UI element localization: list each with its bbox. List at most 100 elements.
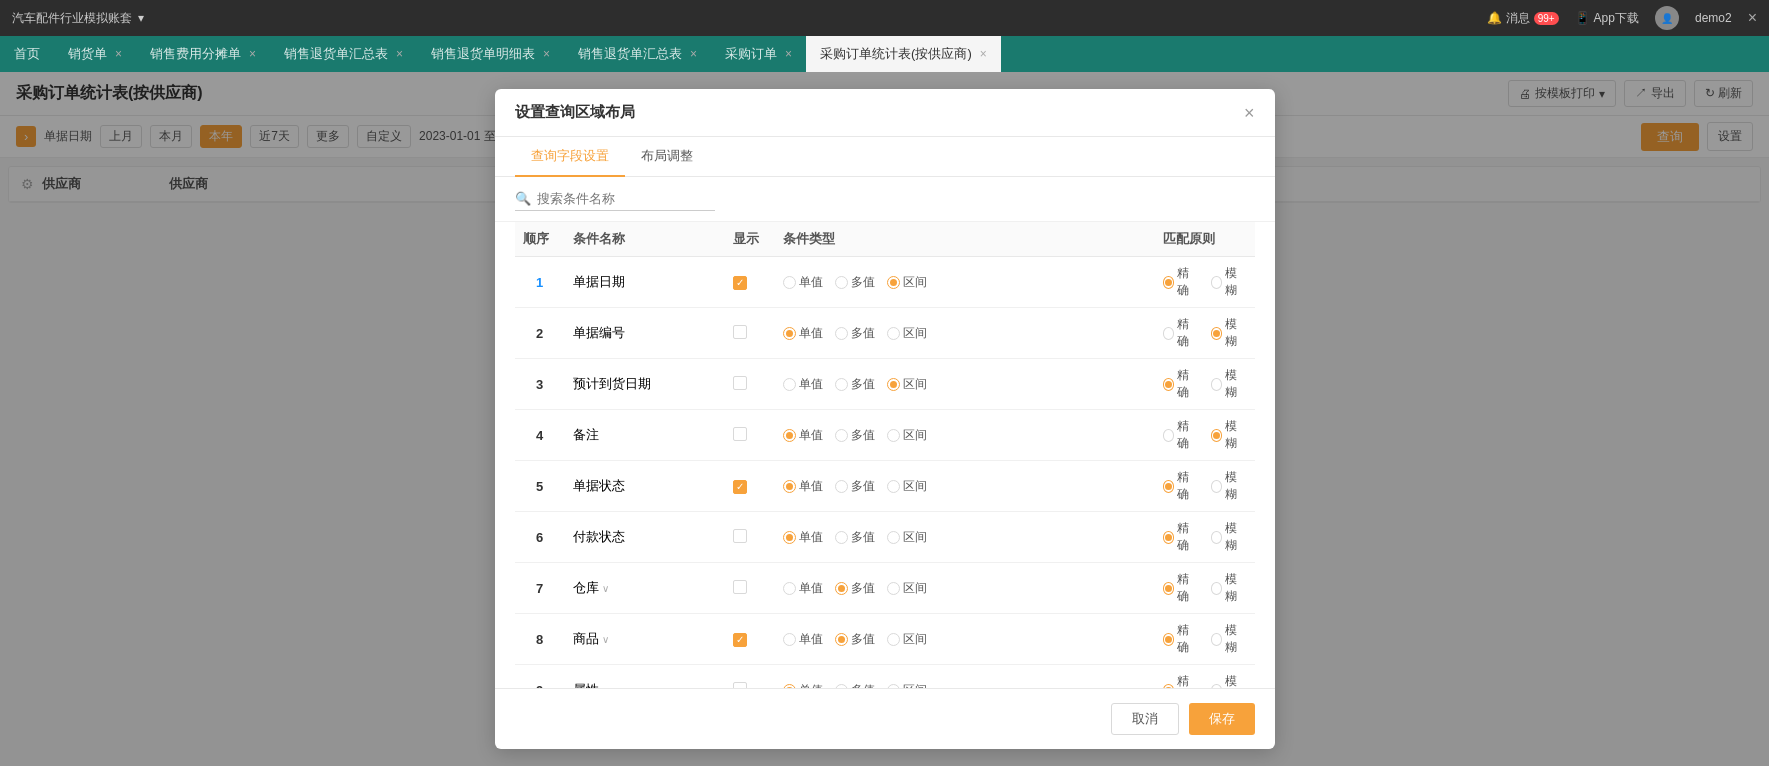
match-fuzzy-radio[interactable]: 模糊 [1211, 520, 1247, 554]
match-exact-radio[interactable]: 精确 [1163, 316, 1199, 350]
row-name: 预计到货日期 [565, 375, 725, 393]
col-name-header: 条件名称 [565, 230, 725, 248]
type-multi-radio[interactable]: 多值 [835, 376, 875, 393]
tab-6-close[interactable]: × [785, 47, 792, 61]
row-order: 1 [515, 275, 565, 290]
modal-tab-layout-label: 布局调整 [641, 148, 693, 163]
type-multi-radio[interactable]: 多值 [835, 427, 875, 444]
type-single-radio[interactable]: 单值 [783, 376, 823, 393]
row-display[interactable] [725, 274, 775, 290]
type-range-radio[interactable]: 区间 [887, 631, 927, 648]
modal-tab-fields[interactable]: 查询字段设置 [515, 137, 625, 177]
tab-purchase-order[interactable]: 采购订单 × [711, 36, 806, 72]
modal-header: 设置查询区域布局 × [495, 89, 1275, 137]
col-type-header: 条件类型 [775, 230, 1155, 248]
match-exact-radio[interactable]: 精确 [1163, 571, 1199, 605]
type-range-radio[interactable]: 区间 [887, 274, 927, 291]
type-single-radio[interactable]: 单值 [783, 427, 823, 444]
tab-sales-order[interactable]: 销货单 × [54, 36, 136, 72]
top-bar-actions: 🔔 消息 99+ 📱 App下载 👤 demo2 × [1487, 6, 1757, 30]
cancel-button[interactable]: 取消 [1111, 703, 1179, 735]
modal-close-button[interactable]: × [1244, 104, 1255, 122]
tab-purchase-stats[interactable]: 采购订单统计表(按供应商) × [806, 36, 1001, 72]
match-fuzzy-radio[interactable]: 模糊 [1211, 673, 1247, 688]
save-button[interactable]: 保存 [1189, 703, 1255, 735]
type-range-radio[interactable]: 区间 [887, 427, 927, 444]
row-display[interactable] [725, 580, 775, 597]
match-exact-radio[interactable]: 精确 [1163, 622, 1199, 656]
table-row: 2 单据编号 单值 多值 区间 精确 模糊 [515, 308, 1255, 359]
row-display[interactable] [725, 529, 775, 546]
notification-button[interactable]: 🔔 消息 99+ [1487, 10, 1559, 27]
match-exact-radio[interactable]: 精确 [1163, 265, 1199, 299]
match-exact-radio[interactable]: 精确 [1163, 367, 1199, 401]
tab-home[interactable]: 首页 [0, 36, 54, 72]
download-button[interactable]: 📱 App下载 [1575, 10, 1639, 27]
row-order: 5 [515, 479, 565, 494]
row-match: 精确 模糊 [1155, 469, 1255, 503]
tab-5-close[interactable]: × [690, 47, 697, 61]
type-single-radio[interactable]: 单值 [783, 274, 823, 291]
tab-sales-expense[interactable]: 销售费用分摊单 × [136, 36, 270, 72]
type-single-radio[interactable]: 单值 [783, 529, 823, 546]
tab-sales-return-summary[interactable]: 销售退货单汇总表 × [270, 36, 417, 72]
match-fuzzy-radio[interactable]: 模糊 [1211, 265, 1247, 299]
topbar-close-button[interactable]: × [1748, 9, 1757, 27]
match-fuzzy-radio[interactable]: 模糊 [1211, 316, 1247, 350]
type-multi-radio[interactable]: 多值 [835, 631, 875, 648]
type-multi-radio[interactable]: 多值 [835, 529, 875, 546]
type-single-radio[interactable]: 单值 [783, 580, 823, 597]
dropdown-arrow-icon: ▾ [138, 11, 144, 25]
row-display[interactable] [725, 427, 775, 444]
tab-4-close[interactable]: × [543, 47, 550, 61]
tab-7-close[interactable]: × [980, 47, 987, 61]
row-match: 精确 模糊 [1155, 571, 1255, 605]
match-fuzzy-radio[interactable]: 模糊 [1211, 571, 1247, 605]
match-exact-radio[interactable]: 精确 [1163, 520, 1199, 554]
col-match-header: 匹配原则 [1155, 230, 1255, 248]
tab-3-close[interactable]: × [396, 47, 403, 61]
username: demo2 [1695, 11, 1732, 25]
modal-overlay: 设置查询区域布局 × 查询字段设置 布局调整 🔍 [0, 72, 1769, 766]
tab-sales-return-detail[interactable]: 销售退货单明细表 × [417, 36, 564, 72]
table-row: 6 付款状态 单值 多值 区间 精确 模糊 [515, 512, 1255, 563]
match-exact-radio[interactable]: 精确 [1163, 469, 1199, 503]
table-row: 4 备注 单值 多值 区间 精确 模糊 [515, 410, 1255, 461]
type-single-radio[interactable]: 单值 [783, 478, 823, 495]
type-range-radio[interactable]: 区间 [887, 580, 927, 597]
tab-sales-order-close[interactable]: × [115, 47, 122, 61]
tab-sales-order-label: 销货单 [68, 45, 107, 63]
match-fuzzy-radio[interactable]: 模糊 [1211, 469, 1247, 503]
type-range-radio[interactable]: 区间 [887, 478, 927, 495]
type-range-radio[interactable]: 区间 [887, 325, 927, 342]
row-name: 单据编号 [565, 324, 725, 342]
row-display[interactable] [725, 631, 775, 647]
match-exact-radio[interactable]: 精确 [1163, 673, 1199, 688]
type-multi-radio[interactable]: 多值 [835, 274, 875, 291]
row-type: 单值 多值 区间 [775, 274, 1155, 291]
modal-tab-layout[interactable]: 布局调整 [625, 137, 709, 177]
match-exact-radio[interactable]: 精确 [1163, 418, 1199, 452]
match-fuzzy-radio[interactable]: 模糊 [1211, 622, 1247, 656]
tab-sales-return2[interactable]: 销售退货单汇总表 × [564, 36, 711, 72]
match-fuzzy-radio[interactable]: 模糊 [1211, 418, 1247, 452]
type-multi-radio[interactable]: 多值 [835, 478, 875, 495]
type-single-radio[interactable]: 单值 [783, 325, 823, 342]
search-input[interactable] [537, 191, 697, 206]
app-name-section: 汽车配件行业模拟账套 ▾ [12, 10, 144, 27]
row-display[interactable] [725, 376, 775, 393]
modal-table: 顺序 条件名称 显示 条件类型 匹配原则 1 单据日期 单值 多值 区 [495, 222, 1275, 688]
type-range-radio[interactable]: 区间 [887, 376, 927, 393]
tab-home-label: 首页 [14, 45, 40, 63]
type-range-radio[interactable]: 区间 [887, 529, 927, 546]
type-single-radio[interactable]: 单值 [783, 631, 823, 648]
tab-sales-expense-close[interactable]: × [249, 47, 256, 61]
type-multi-radio[interactable]: 多值 [835, 580, 875, 597]
row-name: 属性 ∨ [565, 681, 725, 688]
match-fuzzy-radio[interactable]: 模糊 [1211, 367, 1247, 401]
row-display[interactable] [725, 325, 775, 342]
row-display[interactable] [725, 478, 775, 494]
type-multi-radio[interactable]: 多值 [835, 325, 875, 342]
row-match: 精确 模糊 [1155, 673, 1255, 688]
row-match: 精确 模糊 [1155, 622, 1255, 656]
